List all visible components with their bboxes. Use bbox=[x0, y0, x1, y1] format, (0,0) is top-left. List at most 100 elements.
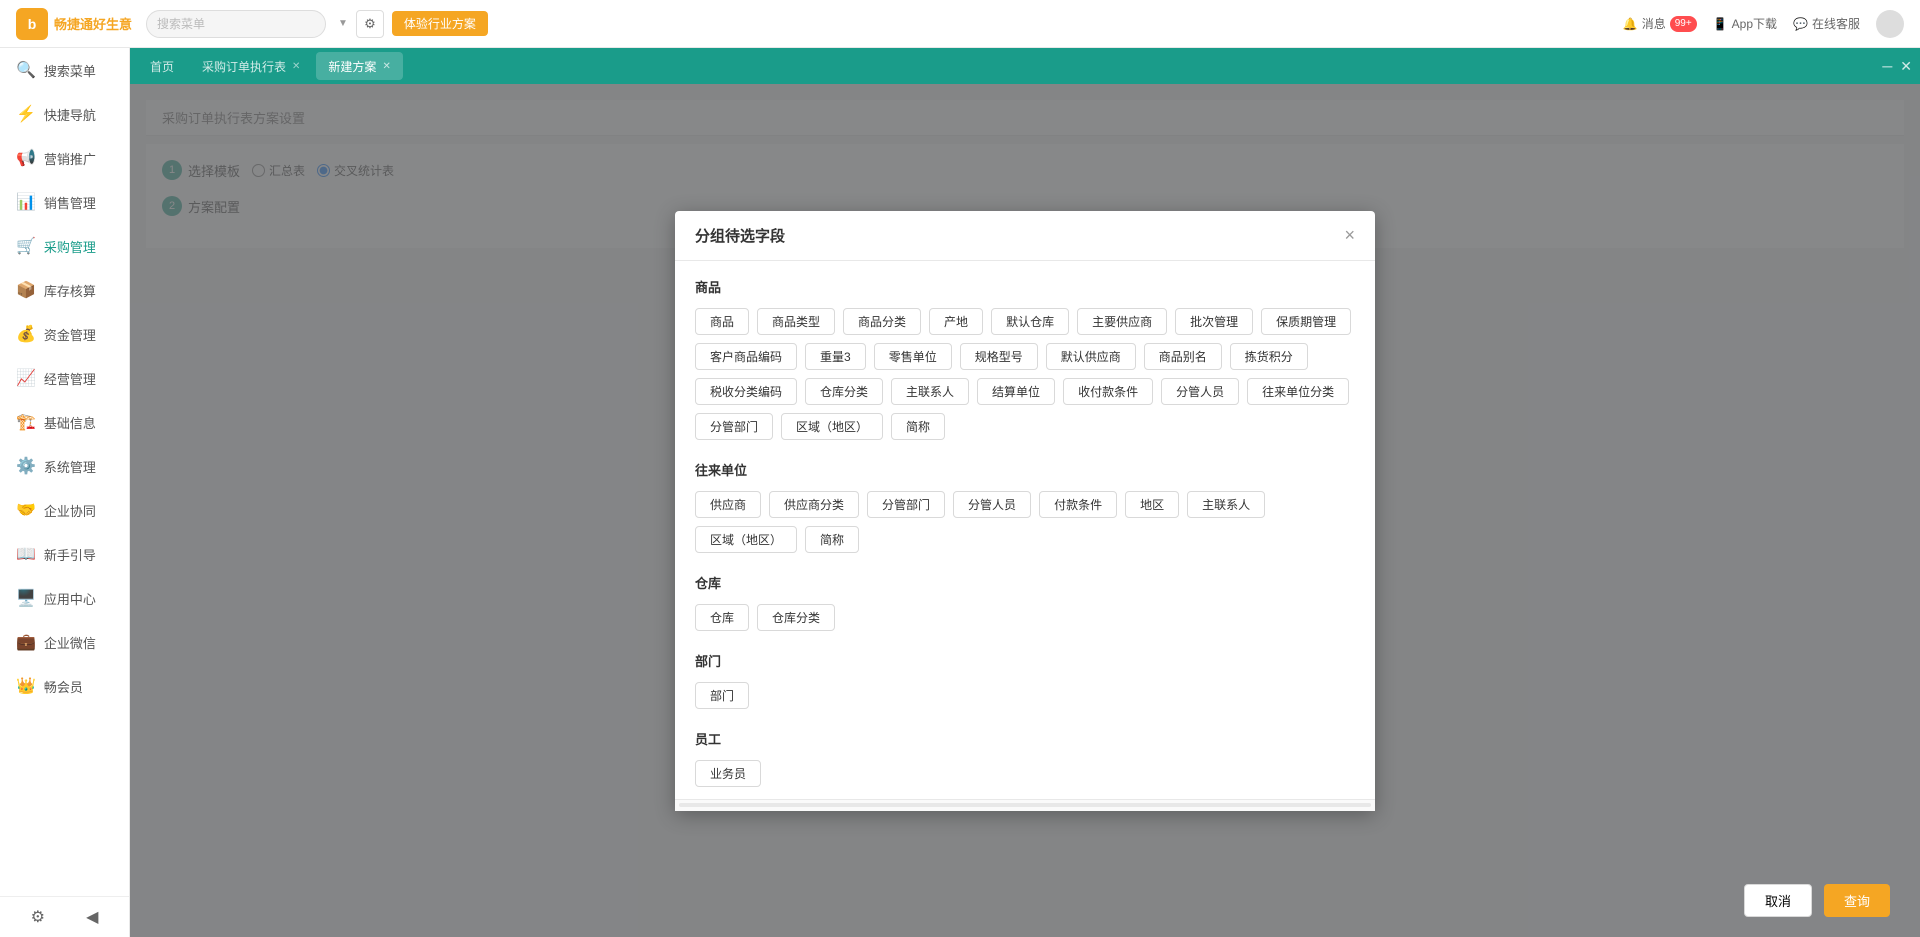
field-tag[interactable]: 分管人员 bbox=[953, 491, 1031, 518]
tab-new-plan-close[interactable]: ✕ bbox=[382, 61, 390, 72]
online-service-item[interactable]: 💬 在线客服 bbox=[1793, 15, 1860, 32]
modal-hscroll bbox=[675, 799, 1375, 810]
section-title: 往来单位 bbox=[695, 460, 1355, 479]
field-tag[interactable]: 仓库分类 bbox=[805, 378, 883, 405]
cancel-button[interactable]: 取消 bbox=[1744, 884, 1812, 917]
sidebar-item-operations[interactable]: 📈 经营管理 bbox=[0, 356, 129, 400]
tab-purchase-exec[interactable]: 采购订单执行表 ✕ bbox=[190, 52, 312, 80]
sidebar-bottom: ⚙ ◀ bbox=[0, 896, 129, 937]
field-tag[interactable]: 分管人员 bbox=[1161, 378, 1239, 405]
sidebar-item-member[interactable]: 👑 畅会员 bbox=[0, 664, 129, 708]
sidebar-item-inventory[interactable]: 📦 库存核算 bbox=[0, 268, 129, 312]
field-tag[interactable]: 简称 bbox=[891, 413, 945, 440]
field-tag[interactable]: 业务员 bbox=[695, 760, 761, 787]
field-tag[interactable]: 规格型号 bbox=[960, 343, 1038, 370]
sidebar-item-guide[interactable]: 📖 新手引导 bbox=[0, 532, 129, 576]
field-tag[interactable]: 仓库分类 bbox=[757, 604, 835, 631]
field-tag[interactable]: 收付款条件 bbox=[1063, 378, 1153, 405]
sidebar-item-basic-info[interactable]: 🏗️ 基础信息 bbox=[0, 400, 129, 444]
field-tag[interactable]: 商品类型 bbox=[757, 308, 835, 335]
gear-button[interactable]: ⚙ bbox=[356, 10, 384, 38]
sidebar-expand-btn[interactable]: ◀ bbox=[86, 907, 98, 927]
sidebar-item-system[interactable]: ⚙️ 系统管理 bbox=[0, 444, 129, 488]
hscroll-track bbox=[679, 803, 1371, 807]
sidebar-item-label: 应用中心 bbox=[44, 589, 96, 608]
sidebar-item-collab[interactable]: 🤝 企业协同 bbox=[0, 488, 129, 532]
tab-new-plan[interactable]: 新建方案 ✕ bbox=[316, 52, 402, 80]
avatar[interactable] bbox=[1876, 10, 1904, 38]
field-tag[interactable]: 付款条件 bbox=[1039, 491, 1117, 518]
sidebar-item-search[interactable]: 🔍 搜索菜单 bbox=[0, 48, 129, 92]
sidebar-item-sales[interactable]: 📊 销售管理 bbox=[0, 180, 129, 224]
inventory-icon: 📦 bbox=[16, 280, 36, 300]
field-tag[interactable]: 地区 bbox=[1125, 491, 1179, 518]
sidebar-item-label: 新手引导 bbox=[44, 545, 96, 564]
field-tag[interactable]: 仓库 bbox=[695, 604, 749, 631]
field-tag[interactable]: 供应商 bbox=[695, 491, 761, 518]
tab-purchase-exec-close[interactable]: ✕ bbox=[292, 61, 300, 72]
field-tag[interactable]: 主联系人 bbox=[1187, 491, 1265, 518]
field-tag[interactable]: 结算单位 bbox=[977, 378, 1055, 405]
top-header: b 畅捷通好生意 搜索菜单 ▼ ⚙ 体验行业方案 🔔 消息 99+ 📱 App下… bbox=[0, 0, 1920, 48]
trial-button[interactable]: 体验行业方案 bbox=[392, 11, 488, 36]
field-tag[interactable]: 保质期管理 bbox=[1261, 308, 1351, 335]
header-middle: 搜索菜单 ▼ ⚙ 体验行业方案 bbox=[146, 10, 1623, 38]
tab-minimize-icon[interactable]: ─ bbox=[1882, 58, 1892, 74]
field-section-商品: 商品商品商品类型商品分类产地默认仓库主要供应商批次管理保质期管理客户商品编码重量… bbox=[695, 277, 1355, 440]
field-tag[interactable]: 区域（地区） bbox=[695, 526, 797, 553]
confirm-button[interactable]: 查询 bbox=[1824, 884, 1890, 917]
modal-title: 分组待选字段 bbox=[695, 225, 785, 246]
field-tag[interactable]: 重量3 bbox=[805, 343, 866, 370]
sidebar-item-purchase[interactable]: 🛒 采购管理 bbox=[0, 224, 129, 268]
field-tag[interactable]: 往来单位分类 bbox=[1247, 378, 1349, 405]
field-tag[interactable]: 税收分类编码 bbox=[695, 378, 797, 405]
modal-close-button[interactable]: × bbox=[1344, 226, 1355, 244]
field-tag[interactable]: 供应商分类 bbox=[769, 491, 859, 518]
field-tag[interactable]: 商品 bbox=[695, 308, 749, 335]
field-tag[interactable]: 商品别名 bbox=[1144, 343, 1222, 370]
logo-text: 畅捷通好生意 bbox=[54, 14, 132, 33]
field-select-modal: 分组待选字段 × 商品商品商品类型商品分类产地默认仓库主要供应商批次管理保质期管… bbox=[675, 211, 1375, 811]
notification-item[interactable]: 🔔 消息 99+ bbox=[1623, 15, 1697, 32]
field-tag[interactable]: 分管部门 bbox=[695, 413, 773, 440]
field-tag[interactable]: 产地 bbox=[929, 308, 983, 335]
field-tag[interactable]: 商品分类 bbox=[843, 308, 921, 335]
logo-area: b 畅捷通好生意 bbox=[16, 8, 146, 40]
sidebar-item-label: 资金管理 bbox=[44, 325, 96, 344]
modal-overlay: 分组待选字段 × 商品商品商品类型商品分类产地默认仓库主要供应商批次管理保质期管… bbox=[130, 84, 1920, 937]
field-tag[interactable]: 主要供应商 bbox=[1077, 308, 1167, 335]
sidebar-item-wechat[interactable]: 💼 企业微信 bbox=[0, 620, 129, 664]
sidebar-item-finance[interactable]: 💰 资金管理 bbox=[0, 312, 129, 356]
field-tag[interactable]: 默认供应商 bbox=[1046, 343, 1136, 370]
sales-icon: 📊 bbox=[16, 192, 36, 212]
collab-icon: 🤝 bbox=[16, 500, 36, 520]
app-download-item[interactable]: 📱 App下载 bbox=[1713, 15, 1777, 32]
sidebar-item-marketing[interactable]: 📢 营销推广 bbox=[0, 136, 129, 180]
field-tag[interactable]: 批次管理 bbox=[1175, 308, 1253, 335]
section-title: 员工 bbox=[695, 729, 1355, 748]
notification-badge: 99+ bbox=[1670, 16, 1697, 32]
field-tag[interactable]: 部门 bbox=[695, 682, 749, 709]
field-tag[interactable]: 拣货积分 bbox=[1230, 343, 1308, 370]
sidebar-item-label: 快捷导航 bbox=[44, 105, 96, 124]
tab-bar: 首页 采购订单执行表 ✕ 新建方案 ✕ ─ ✕ bbox=[130, 48, 1920, 84]
field-tag[interactable]: 分管部门 bbox=[867, 491, 945, 518]
sidebar-item-quick-nav[interactable]: ⚡ 快捷导航 bbox=[0, 92, 129, 136]
operations-icon: 📈 bbox=[16, 368, 36, 388]
tab-home[interactable]: 首页 bbox=[138, 52, 186, 80]
field-tag[interactable]: 简称 bbox=[805, 526, 859, 553]
sidebar-item-label: 基础信息 bbox=[44, 413, 96, 432]
tab-new-plan-label: 新建方案 bbox=[328, 58, 376, 75]
tab-close-all-icon[interactable]: ✕ bbox=[1900, 58, 1912, 75]
field-tag[interactable]: 默认仓库 bbox=[991, 308, 1069, 335]
field-tag[interactable]: 零售单位 bbox=[874, 343, 952, 370]
purchase-icon: 🛒 bbox=[16, 236, 36, 256]
sidebar-item-label: 采购管理 bbox=[44, 237, 96, 256]
field-section-往来单位: 往来单位供应商供应商分类分管部门分管人员付款条件地区主联系人区域（地区） 简称 bbox=[695, 460, 1355, 553]
field-tag[interactable]: 主联系人 bbox=[891, 378, 969, 405]
sidebar-settings-btn[interactable]: ⚙ bbox=[31, 907, 45, 927]
field-tag[interactable]: 客户商品编码 bbox=[695, 343, 797, 370]
search-box[interactable]: 搜索菜单 bbox=[146, 10, 326, 38]
sidebar-item-app-center[interactable]: 🖥️ 应用中心 bbox=[0, 576, 129, 620]
field-tag[interactable]: 区域（地区） bbox=[781, 413, 883, 440]
